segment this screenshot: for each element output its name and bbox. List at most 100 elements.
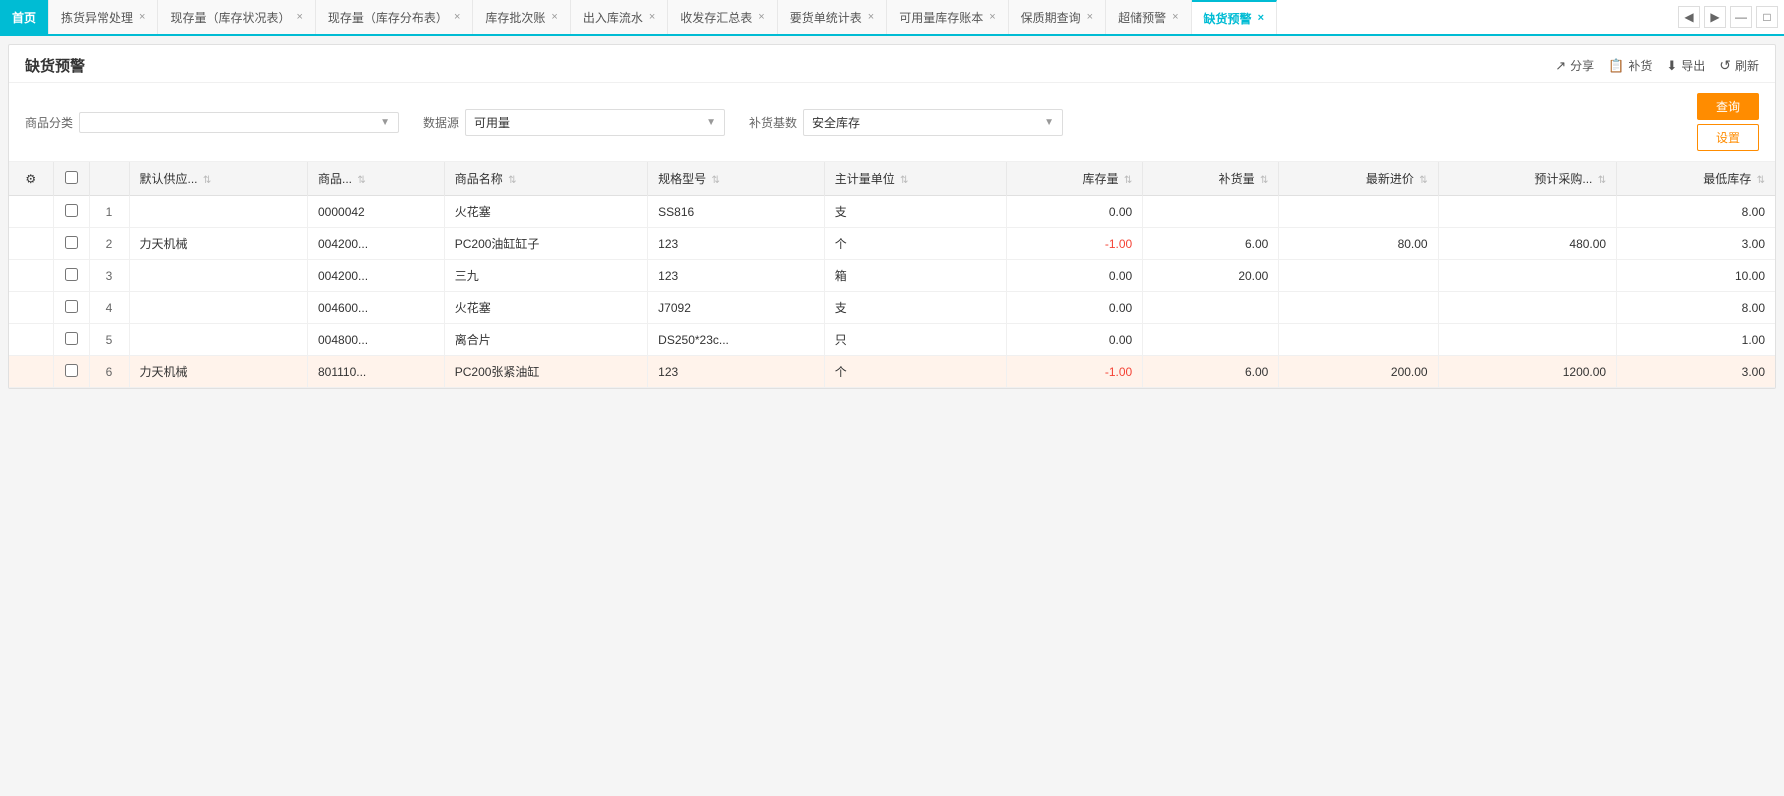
table-header-row: ⚙ 默认供应... ⇅ 商品... ⇅ 商品名称 [9,162,1775,196]
col-stock-header[interactable]: 库存量 ⇅ [1007,162,1143,196]
row-checkbox-cell[interactable] [53,260,89,292]
tab-inout-flow-close[interactable]: × [649,11,655,23]
table-row[interactable]: 5 004800... 离合片 DS250*23c... 只 0.00 1.00 [9,324,1775,356]
row-est-purchase [1438,292,1617,324]
row-checkbox[interactable] [65,364,78,377]
row-spec: J7092 [648,292,825,324]
tab-inventory-dist[interactable]: 现存量（库存分布表） × [316,0,473,34]
col-est-purchase-header[interactable]: 预计采购... ⇅ [1438,162,1617,196]
row-min-stock: 10.00 [1617,260,1775,292]
query-button[interactable]: 查询 [1697,93,1759,120]
settings-button[interactable]: 设置 [1697,124,1759,151]
col-code-header[interactable]: 商品... ⇅ [308,162,445,196]
tab-inventory-status-close[interactable]: × [296,11,302,23]
row-min-stock: 8.00 [1617,292,1775,324]
page-title: 缺货预警 [25,55,85,76]
row-checkbox[interactable] [65,300,78,313]
table-row[interactable]: 3 004200... 三九 123 箱 0.00 20.00 10.00 [9,260,1775,292]
tab-available-ledger-label: 可用量库存账本 [899,9,983,26]
tab-available-ledger[interactable]: 可用量库存账本 × [887,0,1008,34]
table-row[interactable]: 6 力天机械 801110... PC200张紧油缸 123 个 -1.00 6… [9,356,1775,388]
col-stock-sort-icon: ⇅ [1124,175,1132,186]
tab-expiry-close[interactable]: × [1087,11,1093,23]
col-est-purchase-sort-icon: ⇅ [1598,175,1606,186]
row-checkbox[interactable] [65,332,78,345]
tab-inventory-dist-close[interactable]: × [454,11,460,23]
tab-exception-close[interactable]: × [139,11,145,23]
refresh-button[interactable]: ↺ 刷新 [1719,57,1759,74]
tab-next-button[interactable]: ▶ [1704,6,1726,28]
tab-overstock-label: 超储预警 [1118,9,1166,26]
tab-expiry-label: 保质期查询 [1021,9,1081,26]
tab-minimize-button[interactable]: — [1730,6,1752,28]
row-checkbox[interactable] [65,236,78,249]
row-unit: 个 [824,228,1006,260]
tab-shortage[interactable]: 缺货预警 × [1192,0,1277,34]
tab-inventory-status[interactable]: 现存量（库存状况表） × [158,0,315,34]
tab-batch[interactable]: 库存批次账 × [473,0,570,34]
table-row[interactable]: 4 004600... 火花塞 J7092 支 0.00 8.00 [9,292,1775,324]
row-stock: 0.00 [1007,292,1143,324]
row-checkbox-cell[interactable] [53,324,89,356]
col-latest-price-header[interactable]: 最新进价 ⇅ [1279,162,1438,196]
row-checkbox-cell[interactable] [53,228,89,260]
row-min-stock: 3.00 [1617,356,1775,388]
row-latest-price [1279,196,1438,228]
restock-button[interactable]: 📋 补货 [1608,57,1652,74]
table-row[interactable]: 1 0000042 火花塞 SS816 支 0.00 8.00 [9,196,1775,228]
page-header: 缺货预警 ↗ 分享 📋 补货 ⬇ 导出 ↺ 刷新 [9,45,1775,83]
category-select[interactable]: ▼ [79,112,399,133]
tab-expiry[interactable]: 保质期查询 × [1009,0,1106,34]
col-restock-header[interactable]: 补货量 ⇅ [1143,162,1279,196]
datasource-filter-group: 数据源 可用量 ▼ [423,109,725,136]
row-min-stock: 3.00 [1617,228,1775,260]
tab-overstock-close[interactable]: × [1172,11,1178,23]
share-button[interactable]: ↗ 分享 [1555,57,1594,74]
tab-home[interactable]: 首页 [0,0,49,34]
datasource-select[interactable]: 可用量 ▼ [465,109,725,136]
tab-available-ledger-close[interactable]: × [989,11,995,23]
export-button[interactable]: ⬇ 导出 [1666,57,1705,74]
tab-collect-summary-close[interactable]: × [758,11,764,23]
tab-prev-button[interactable]: ◀ [1678,6,1700,28]
row-checkbox-cell[interactable] [53,196,89,228]
col-spec-label: 规格型号 [658,172,706,186]
row-unit: 个 [824,356,1006,388]
row-gear [9,228,53,260]
tab-nav-buttons: ◀ ▶ — □ [1676,6,1784,28]
row-checkbox-cell[interactable] [53,292,89,324]
row-checkbox[interactable] [65,268,78,281]
table-row[interactable]: 2 力天机械 004200... PC200油缸缸子 123 个 -1.00 6… [9,228,1775,260]
col-gear[interactable]: ⚙ [9,162,53,196]
tab-collect-summary[interactable]: 收发存汇总表 × [668,0,777,34]
col-restock-label: 补货量 [1219,172,1255,186]
select-all-checkbox[interactable] [65,171,78,184]
row-latest-price: 200.00 [1279,356,1438,388]
tab-exception[interactable]: 拣货异常处理 × [49,0,158,34]
row-latest-price [1279,260,1438,292]
row-supplier [129,260,308,292]
restock-basis-value: 安全库存 [812,114,860,131]
col-checkbox-header[interactable] [53,162,89,196]
tab-shortage-close[interactable]: × [1258,12,1264,24]
col-spec-header[interactable]: 规格型号 ⇅ [648,162,825,196]
col-unit-header[interactable]: 主计量单位 ⇅ [824,162,1006,196]
tab-batch-close[interactable]: × [551,11,557,23]
tab-inout-flow[interactable]: 出入库流水 × [571,0,668,34]
row-index: 1 [89,196,129,228]
row-checkbox[interactable] [65,204,78,217]
col-supplier-label: 默认供应... [140,172,198,186]
tab-maximize-button[interactable]: □ [1756,6,1778,28]
row-supplier: 力天机械 [129,356,308,388]
tab-order-stats[interactable]: 要货单统计表 × [778,0,887,34]
col-name-header[interactable]: 商品名称 ⇅ [444,162,647,196]
col-min-stock-label: 最低库存 [1703,172,1751,186]
gear-icon: ⚙ [25,172,36,186]
tab-overstock[interactable]: 超储预警 × [1106,0,1191,34]
col-supplier-header[interactable]: 默认供应... ⇅ [129,162,308,196]
row-est-purchase: 480.00 [1438,228,1617,260]
col-min-stock-header[interactable]: 最低库存 ⇅ [1617,162,1775,196]
restock-basis-select[interactable]: 安全库存 ▼ [803,109,1063,136]
row-checkbox-cell[interactable] [53,356,89,388]
tab-order-stats-close[interactable]: × [868,11,874,23]
